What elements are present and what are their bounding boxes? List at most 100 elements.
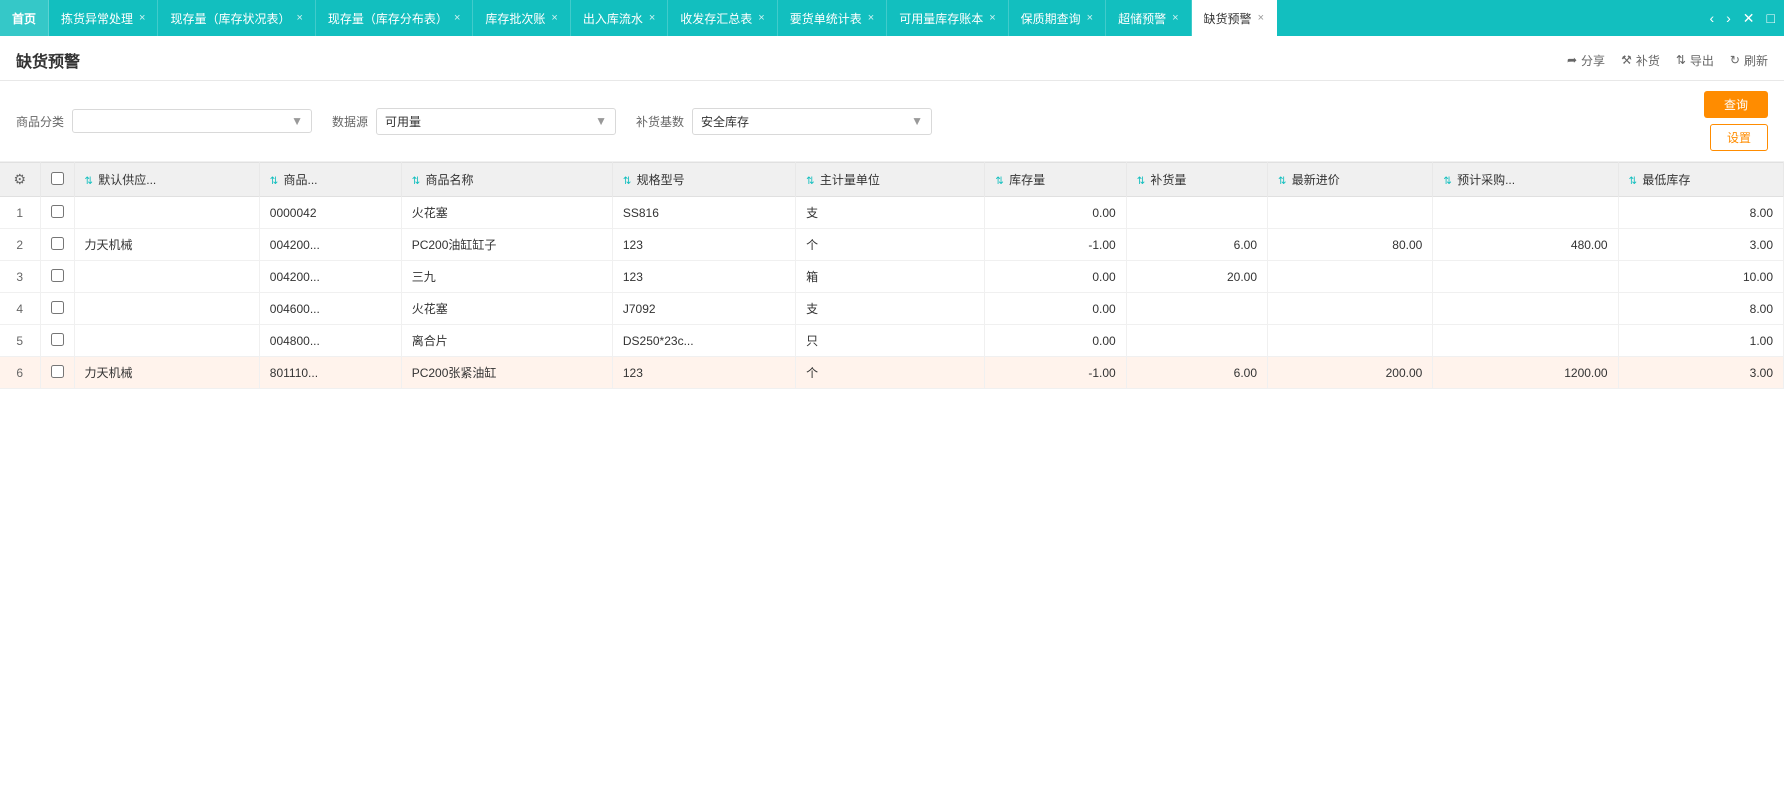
tab-xiancunliang1[interactable]: 现存量（库存状况表） × — [158, 0, 315, 36]
row-checkbox[interactable] — [51, 237, 64, 250]
table-row[interactable]: 2 力天机械 004200... PC200油缸缸子 123 个 -1.00 6… — [0, 229, 1784, 261]
tab-quehuo[interactable]: 缺货预警 × — [1192, 0, 1277, 36]
tab-bar: 首页 拣货异常处理 × 现存量（库存状况表） × 现存量（库存分布表） × 库存… — [0, 0, 1784, 36]
sort-icon-min-stock: ⇅ — [1629, 176, 1637, 187]
row-supplier — [74, 261, 259, 293]
col-checkbox-header[interactable] — [40, 163, 74, 197]
row-product-code: 004200... — [259, 229, 401, 261]
refresh-button[interactable]: ↻ 刷新 — [1730, 52, 1768, 69]
row-checkbox-cell[interactable] — [40, 261, 74, 293]
tab-nav-controls: ‹ › ✕ □ — [1700, 8, 1784, 29]
tab-maximize-btn[interactable]: □ — [1762, 8, 1780, 28]
row-latest-price: 80.00 — [1268, 229, 1433, 261]
export-button[interactable]: ⇅ 导出 — [1676, 52, 1714, 69]
col-stock[interactable]: ⇅ 库存量 — [985, 163, 1126, 197]
page-title: 缺货预警 — [16, 48, 80, 72]
row-replenish: 6.00 — [1126, 229, 1267, 261]
row-index: 4 — [0, 293, 40, 325]
tab-close-all-btn[interactable]: ✕ — [1738, 8, 1760, 29]
tab-close-yaohuo[interactable]: × — [868, 12, 874, 24]
tab-next-btn[interactable]: › — [1721, 8, 1736, 28]
col-estimated-purchase[interactable]: ⇅ 预计采购... — [1433, 163, 1618, 197]
row-checkbox[interactable] — [51, 205, 64, 218]
gear-icon[interactable]: ⚙ — [13, 171, 26, 187]
row-min-stock: 3.00 — [1618, 229, 1783, 261]
tab-close-quehuo[interactable]: × — [1258, 12, 1264, 24]
table-row[interactable]: 6 力天机械 801110... PC200张紧油缸 123 个 -1.00 6… — [0, 357, 1784, 389]
row-stock: -1.00 — [985, 229, 1126, 261]
row-checkbox-cell[interactable] — [40, 325, 74, 357]
sort-icon-latest-price: ⇅ — [1278, 176, 1286, 187]
filter-select-category[interactable]: ▼ — [72, 109, 312, 133]
refresh-icon: ↻ — [1730, 53, 1740, 67]
tab-baozhi[interactable]: 保质期查询 × — [1009, 0, 1106, 36]
sort-icon-name: ⇅ — [412, 176, 420, 187]
tab-keyong[interactable]: 可用量库存账本 × — [887, 0, 1008, 36]
tab-chaochuyujing[interactable]: 超储预警 × — [1106, 0, 1191, 36]
col-spec[interactable]: ⇅ 规格型号 — [612, 163, 795, 197]
row-checkbox[interactable] — [51, 301, 64, 314]
filter-line: 商品分类 ▼ 数据源 可用量 ▼ 补货基数 安全库存 ▼ — [16, 91, 1768, 151]
tab-home[interactable]: 首页 — [0, 0, 49, 36]
row-spec: DS250*23c... — [612, 325, 795, 357]
row-index: 3 — [0, 261, 40, 293]
settings-button[interactable]: 设置 — [1710, 124, 1768, 151]
col-min-stock[interactable]: ⇅ 最低库存 — [1618, 163, 1783, 197]
tab-close-baozhi[interactable]: × — [1087, 12, 1093, 24]
tab-xiancunliang2[interactable]: 现存量（库存分布表） × — [316, 0, 473, 36]
filter-datasource-value: 可用量 — [385, 113, 421, 130]
tab-close-chaochuyujing[interactable]: × — [1172, 12, 1178, 24]
col-product-name[interactable]: ⇅ 商品名称 — [401, 163, 612, 197]
row-replenish — [1126, 325, 1267, 357]
row-unit: 个 — [796, 357, 985, 389]
tab-close-xiancunliang1[interactable]: × — [296, 12, 302, 24]
table-row[interactable]: 1 0000042 火花塞 SS816 支 0.00 8.00 — [0, 197, 1784, 229]
tab-close-shoufacun[interactable]: × — [758, 12, 764, 24]
filter-select-replenish[interactable]: 安全库存 ▼ — [692, 108, 932, 135]
tab-close-kucun-pici[interactable]: × — [551, 12, 557, 24]
share-button[interactable]: ➦ 分享 — [1567, 52, 1605, 69]
row-min-stock: 1.00 — [1618, 325, 1783, 357]
header-actions: ➦ 分享 ⚒ 补货 ⇅ 导出 ↻ 刷新 — [1567, 52, 1768, 69]
replenish-icon: ⚒ — [1621, 53, 1632, 67]
select-all-checkbox[interactable] — [51, 172, 64, 185]
query-button[interactable]: 查询 — [1704, 91, 1768, 118]
table-row[interactable]: 4 004600... 火花塞 J7092 支 0.00 8.00 — [0, 293, 1784, 325]
tab-jianhuo[interactable]: 拣货异常处理 × — [49, 0, 158, 36]
tab-liushui[interactable]: 出入库流水 × — [571, 0, 668, 36]
sort-icon-spec: ⇅ — [623, 176, 631, 187]
col-gear[interactable]: ⚙ — [0, 163, 40, 197]
tab-close-liushui[interactable]: × — [649, 12, 655, 24]
row-checkbox-cell[interactable] — [40, 357, 74, 389]
row-checkbox[interactable] — [51, 333, 64, 346]
row-product-name: 三九 — [401, 261, 612, 293]
filter-actions: 查询 设置 — [1704, 91, 1768, 151]
row-estimated-purchase — [1433, 293, 1618, 325]
tab-close-xiancunliang2[interactable]: × — [454, 12, 460, 24]
table-row[interactable]: 3 004200... 三九 123 箱 0.00 20.00 10.00 — [0, 261, 1784, 293]
sort-icon-stock: ⇅ — [995, 176, 1003, 187]
tab-close-jianhuo[interactable]: × — [139, 12, 145, 24]
col-supplier[interactable]: ⇅ 默认供应... — [74, 163, 259, 197]
tab-close-keyong[interactable]: × — [989, 12, 995, 24]
col-product-code[interactable]: ⇅ 商品... — [259, 163, 401, 197]
tab-prev-btn[interactable]: ‹ — [1704, 8, 1719, 28]
row-product-name: 火花塞 — [401, 197, 612, 229]
replenish-button[interactable]: ⚒ 补货 — [1621, 52, 1660, 69]
tab-yaohuo[interactable]: 要货单统计表 × — [778, 0, 887, 36]
col-latest-price[interactable]: ⇅ 最新进价 — [1268, 163, 1433, 197]
table-row[interactable]: 5 004800... 离合片 DS250*23c... 只 0.00 1.00 — [0, 325, 1784, 357]
col-replenish[interactable]: ⇅ 补货量 — [1126, 163, 1267, 197]
filter-label-category: 商品分类 — [16, 113, 64, 130]
tab-shoufacun[interactable]: 收发存汇总表 × — [668, 0, 777, 36]
tab-kucun-pici[interactable]: 库存批次账 × — [473, 0, 570, 36]
row-checkbox-cell[interactable] — [40, 197, 74, 229]
row-checkbox-cell[interactable] — [40, 293, 74, 325]
sort-icon-unit: ⇅ — [806, 176, 814, 187]
col-unit[interactable]: ⇅ 主计量单位 — [796, 163, 985, 197]
row-checkbox-cell[interactable] — [40, 229, 74, 261]
filter-select-datasource[interactable]: 可用量 ▼ — [376, 108, 616, 135]
row-checkbox[interactable] — [51, 365, 64, 378]
row-checkbox[interactable] — [51, 269, 64, 282]
filter-area: 商品分类 ▼ 数据源 可用量 ▼ 补货基数 安全库存 ▼ — [0, 81, 1784, 162]
